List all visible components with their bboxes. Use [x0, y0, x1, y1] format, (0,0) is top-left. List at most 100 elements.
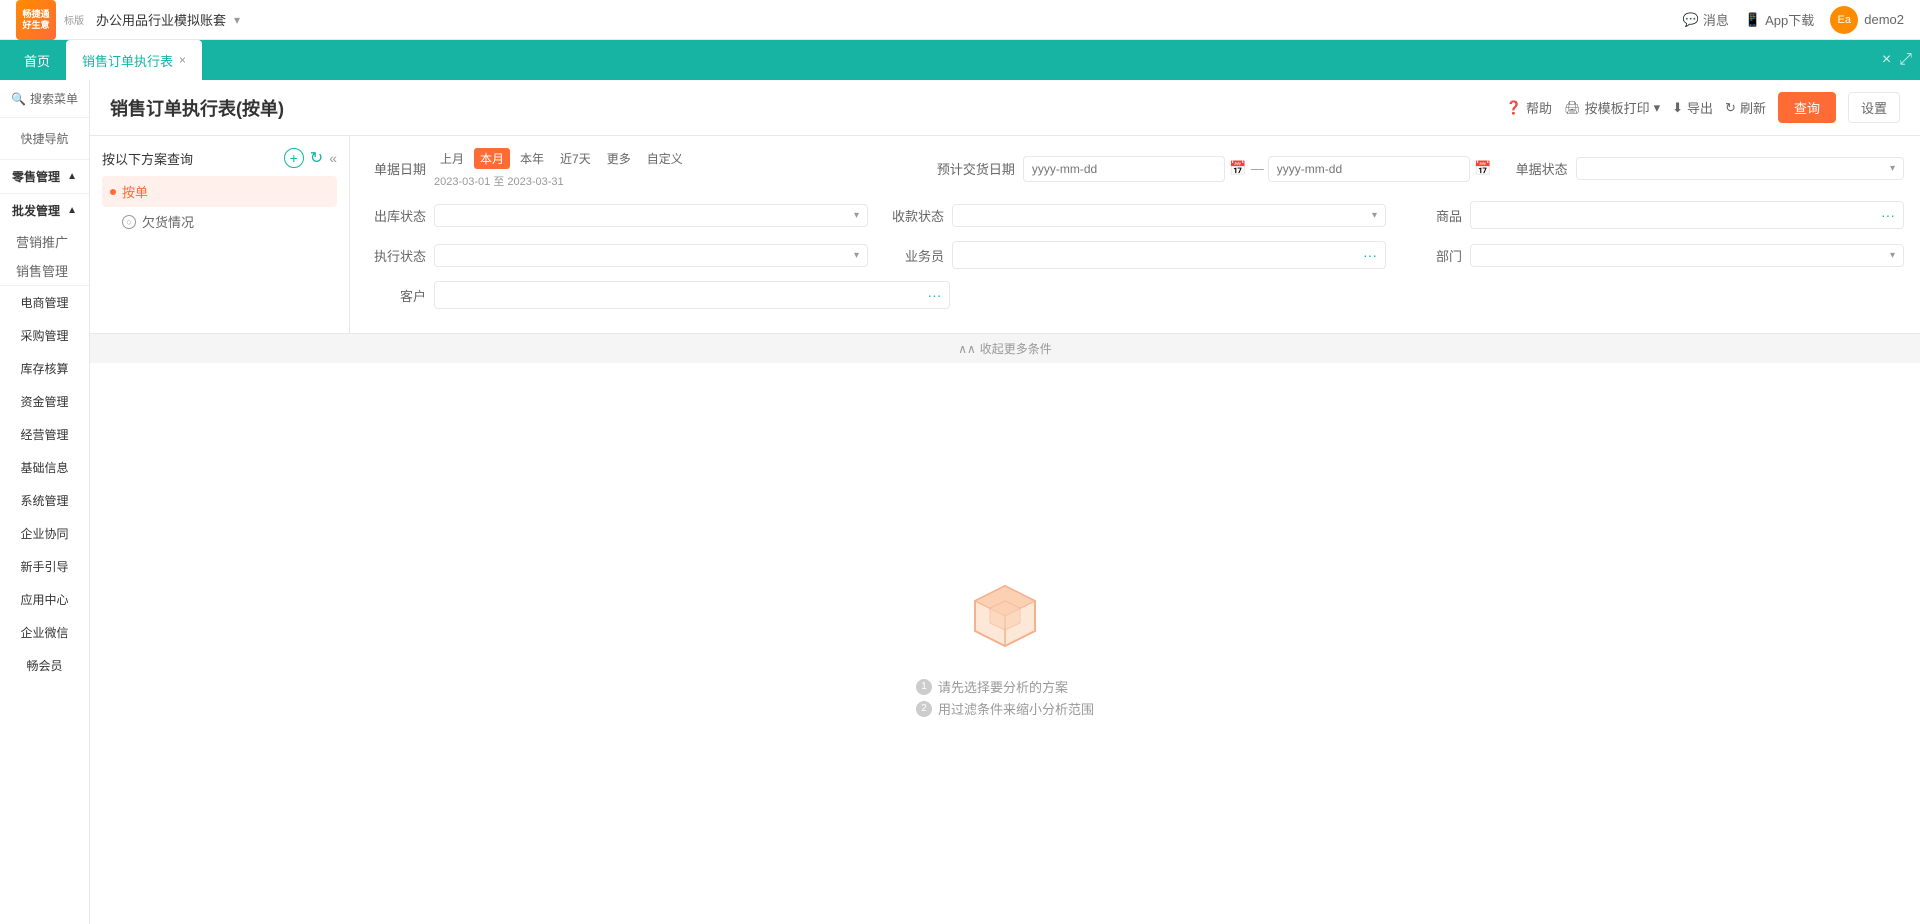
help-button[interactable]: ❓ 帮助 [1506, 98, 1552, 117]
top-bar-right: 💬 消息 📱 App下载 Ea demo2 [1683, 6, 1904, 34]
title-dropdown-arrow[interactable]: ▾ [234, 13, 240, 27]
user-profile[interactable]: Ea demo2 [1830, 6, 1904, 34]
date-tab-custom[interactable]: 自定义 [641, 148, 689, 169]
sidebar-item-ecommerce[interactable]: 电商管理 [0, 286, 89, 319]
template-print-arrow: ▾ [1654, 100, 1661, 116]
collapse-up-icon: ∧∧ [958, 342, 976, 356]
top-bar: 畅捷通 好生意 标版 办公用品行业模拟账套 ▾ 💬 消息 📱 App下载 Ea … [0, 0, 1920, 40]
tab-sales-order[interactable]: 销售订单执行表 × [66, 40, 202, 80]
export-label: 导出 [1687, 98, 1713, 117]
wholesale-arrow-icon: ▲ [67, 205, 77, 216]
sidebar-item-member[interactable]: 畅会员 [0, 649, 89, 682]
filter-row-4: 客户 ··· [366, 281, 1904, 309]
collapse-bar[interactable]: ∧∧ 收起更多条件 [90, 333, 1920, 363]
filter-scheme-byorder[interactable]: 按单 [102, 176, 337, 207]
filter-scheme-arrears-label: 欠货情况 [142, 212, 194, 231]
customer-label: 客户 [366, 286, 426, 305]
doc-status-caret-icon: ▾ [1890, 163, 1895, 174]
sidebar-quicknav-label[interactable]: 快捷导航 [0, 126, 89, 151]
sidebar-appcenter-label: 应用中心 [20, 591, 68, 608]
delivery-date-end-input[interactable] [1268, 156, 1470, 182]
export-button[interactable]: ⬇ 导出 [1672, 98, 1713, 117]
goods-ellipsis-icon[interactable]: ··· [1881, 207, 1895, 223]
sidebar-system-label: 系统管理 [20, 492, 68, 509]
sidebar-item-marketing[interactable]: 营销推广 [0, 227, 89, 256]
refresh-button[interactable]: ↻ 刷新 [1725, 98, 1766, 117]
exec-status-select[interactable]: ▾ [434, 244, 868, 267]
sidebar-item-system[interactable]: 系统管理 [0, 484, 89, 517]
user-name: demo2 [1864, 12, 1904, 27]
query-label: 查询 [1794, 98, 1820, 117]
sidebar-item-operations[interactable]: 经营管理 [0, 418, 89, 451]
sidebar-retail-group: 零售管理 ▲ [0, 160, 89, 194]
customer-ellipsis-icon[interactable]: ··· [927, 287, 941, 303]
sidebar-sales-label: 销售管理 [16, 261, 68, 280]
date-tab-thismonth[interactable]: 本月 [474, 148, 510, 169]
sidebar-item-finance[interactable]: 资金管理 [0, 385, 89, 418]
date-tab-7days[interactable]: 近7天 [554, 148, 597, 169]
delivery-date-field: 预计交货日期 📅 — 📅 [937, 156, 1492, 182]
filter-scheme-arrears[interactable]: ○ 欠货情况 [102, 207, 337, 236]
salesperson-field: 业务员 ··· [884, 241, 1386, 269]
main-layout: 🔍 搜索菜单 快捷导航 零售管理 ▲ 批发管理 ▲ 营销推广 销售管理 [0, 80, 1920, 924]
message-icon: 💬 [1683, 12, 1699, 28]
settings-button[interactable]: 设置 [1848, 92, 1900, 123]
filter-sidebar-icons: + ↻ « [284, 148, 337, 168]
doc-status-select[interactable]: ▾ [1576, 157, 1904, 180]
salesperson-ellipsis-icon[interactable]: ··· [1363, 247, 1377, 263]
template-print-button[interactable]: 🖨 按模板打印 ▾ [1564, 98, 1660, 117]
date-tab-more[interactable]: 更多 [601, 148, 637, 169]
search-menu-button[interactable]: 🔍 搜索菜单 [8, 90, 81, 107]
delivery-date-label: 预计交货日期 [937, 159, 1015, 178]
receipt-status-select[interactable]: ▾ [952, 204, 1386, 227]
app-download-button[interactable]: 📱 App下载 [1745, 10, 1814, 29]
delivery-date-start-input[interactable] [1023, 156, 1225, 182]
exec-status-caret-icon: ▾ [854, 250, 859, 261]
page-actions: ❓ 帮助 🖨 按模板打印 ▾ ⬇ 导出 ↻ 刷新 查询 [1506, 92, 1900, 123]
filter-refresh-icon[interactable]: ↻ [310, 148, 323, 168]
delivery-date-start-cal-icon[interactable]: 📅 [1229, 160, 1246, 177]
salesperson-select[interactable]: ··· [952, 241, 1386, 269]
sidebar-item-sales[interactable]: 销售管理 [0, 256, 89, 285]
sidebar-operations-label: 经营管理 [20, 426, 68, 443]
sidebar-wechat-label: 企业微信 [20, 624, 68, 641]
filter-scheme-byorder-label: 按单 [122, 182, 148, 201]
tab-expand-icon[interactable]: ⤢ [1899, 51, 1912, 69]
sidebar-item-wholesale[interactable]: 批发管理 ▲ [0, 194, 89, 227]
goods-select[interactable]: ··· [1470, 201, 1904, 229]
sidebar-item-newbie[interactable]: 新手引导 [0, 550, 89, 583]
date-tab-lastmonth[interactable]: 上月 [434, 148, 470, 169]
sidebar-quicknav-section: 快捷导航 [0, 118, 89, 160]
message-button[interactable]: 💬 消息 [1683, 10, 1729, 29]
out-status-select[interactable]: ▾ [434, 204, 868, 227]
filter-row-3: 执行状态 ▾ 业务员 ··· [366, 241, 1904, 269]
delivery-date-end-cal-icon[interactable]: 📅 [1474, 160, 1491, 177]
customer-select[interactable]: ··· [434, 281, 950, 309]
salesperson-label: 业务员 [884, 246, 944, 265]
tab-close-all-icon[interactable]: × [1882, 51, 1891, 69]
sidebar-item-basic[interactable]: 基础信息 [0, 451, 89, 484]
tab-home[interactable]: 首页 [8, 40, 66, 80]
filter-add-button[interactable]: + [284, 148, 304, 168]
department-select[interactable]: ▾ [1470, 244, 1904, 267]
filter-collapse-icon[interactable]: « [329, 150, 337, 166]
receipt-status-label: 收款状态 [884, 206, 944, 225]
tab-close-icon[interactable]: × [179, 53, 186, 67]
date-tab-thisyear[interactable]: 本年 [514, 148, 550, 169]
sidebar-item-inventory[interactable]: 库存核算 [0, 352, 89, 385]
message-label: 消息 [1703, 10, 1729, 29]
tip-1-text: 请先选择要分析的方案 [938, 677, 1068, 696]
exec-status-label: 执行状态 [366, 246, 426, 265]
sidebar-item-retail[interactable]: 零售管理 ▲ [0, 160, 89, 193]
sidebar-item-enterprise[interactable]: 企业协同 [0, 517, 89, 550]
filter-sidebar-header: 按以下方案查询 + ↻ « [102, 148, 337, 168]
sidebar-item-purchase[interactable]: 采购管理 [0, 319, 89, 352]
exec-status-field: 执行状态 ▾ [366, 244, 868, 267]
sidebar-inventory-label: 库存核算 [20, 360, 68, 377]
sidebar-item-appcenter[interactable]: 应用中心 [0, 583, 89, 616]
empty-svg-icon [955, 566, 1055, 666]
sidebar-wholesale-label: 批发管理 [12, 202, 60, 219]
app-logo: 畅捷通 好生意 [16, 0, 56, 40]
sidebar-item-wechat[interactable]: 企业微信 [0, 616, 89, 649]
query-button[interactable]: 查询 [1778, 92, 1836, 123]
